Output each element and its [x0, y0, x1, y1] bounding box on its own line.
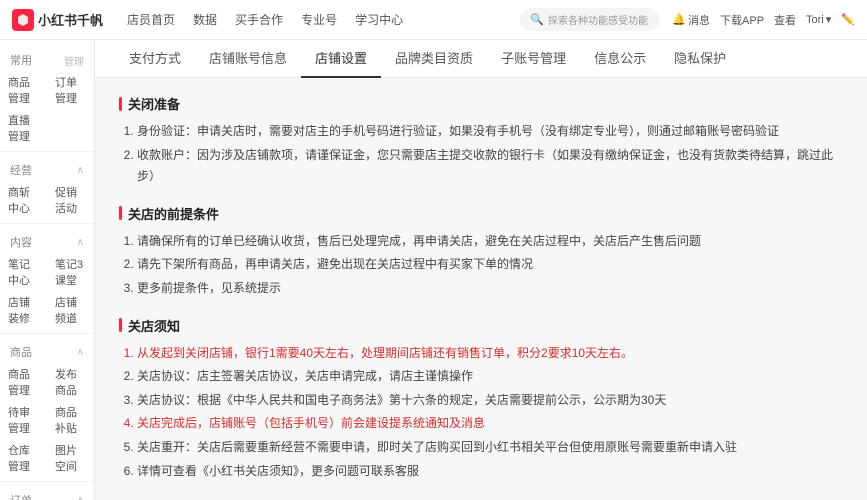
logo-area: 小红书千帆	[12, 9, 103, 31]
list-item: 身份验证：申请关店时，需要对店主的手机号码进行验证，如果没有手机号（没有绑定专业…	[137, 121, 843, 143]
list-item: 关店协议：根据《中华人民共和国电子商务法》第十六条的规定，关店需要提前公示，公示…	[137, 390, 843, 412]
sidebar-item-goods-subsidy[interactable]: 商品补贴	[47, 401, 94, 439]
sidebar-item-order-mgmt[interactable]: 订单管理	[47, 71, 94, 109]
section-title-2: 关店的前提条件	[119, 204, 843, 223]
list-item: 关店协议：店主签署关店协议，关店申请完成，请店主谨慎操作	[137, 366, 843, 388]
chevron-down-icon: ▾	[826, 13, 832, 26]
nav-link-data[interactable]: 数据	[185, 7, 225, 32]
list-item: 关店重开：关店后需要重新经营不需要申请，即时关了店购买回到小红书相关平台但使用原…	[137, 437, 843, 459]
message-icon[interactable]: 🔔 消息	[672, 12, 710, 28]
sidebar-common-items: 商品管理 订单管理 直播管理	[0, 71, 94, 147]
section-title-3: 关店须知	[119, 316, 843, 335]
sidebar-collapse-icon[interactable]: 管理	[64, 53, 84, 68]
sidebar-item-merchant-center[interactable]: 商斩中心	[0, 181, 47, 219]
sidebar-item-promotion[interactable]: 促销活动	[47, 181, 94, 219]
sidebar-item-warehouse[interactable]: 仓库管理	[0, 439, 47, 477]
list-item: 更多前提条件，见系统提示	[137, 278, 843, 300]
section-notice: 关店须知 从发起到关闭店铺，银行1需要40天左右，处理期间店铺还有销售订单，积分…	[119, 316, 843, 483]
logo-icon	[12, 9, 34, 31]
sidebar-section-goods: 商品 ∧	[0, 338, 94, 363]
section-title-bar-2	[119, 206, 122, 220]
section-content-1: 身份验证：申请关店时，需要对店主的手机号码进行验证，如果没有手机号（没有绑定专业…	[119, 121, 843, 188]
sidebar-item-image-space[interactable]: 图片空间	[47, 439, 94, 477]
sidebar: 常用 管理 商品管理 订单管理 直播管理 经营 ∧ 商斩中心 促销活动 内容 ∧…	[0, 40, 95, 500]
section-close-preparation: 关闭准备 身份验证：申请关店时，需要对店主的手机号码进行验证，如果没有手机号（没…	[119, 94, 843, 188]
list-item: 收款账户：因为涉及店铺款项，请谨保证金，您只需要店主提交收款的银行卡（如果没有缴…	[137, 145, 843, 188]
section-prerequisite: 关店的前提条件 请确保所有的订单已经确认收货，售后已处理完成，再申请关店，避免在…	[119, 204, 843, 300]
sidebar-order-collapse[interactable]: ∧	[77, 495, 84, 500]
section-content-2: 请确保所有的订单已经确认收货，售后已处理完成，再申请关店，避免在关店过程中，关店…	[119, 231, 843, 300]
tab-shop-account[interactable]: 店铺账号信息	[195, 40, 301, 78]
second-navigation: 支付方式 店铺账号信息 店铺设置 品牌类目资质 子账号管理 信息公示 隐私保护	[95, 40, 867, 78]
list-item: 请先下架所有商品，再申请关店，避免出现在关店过程中有买家下单的情况	[137, 254, 843, 276]
section-title-bar	[119, 97, 122, 111]
top-navigation: 小红书千帆 店员首页 数据 买手合作 专业号 学习中心 🔍 探索各种功能感受功能…	[0, 0, 867, 40]
nav-links: 店员首页 数据 买手合作 专业号 学习中心	[119, 7, 520, 32]
section-content-3: 从发起到关闭店铺，银行1需要40天左右，处理期间店铺还有销售订单，积分2要求10…	[119, 343, 843, 483]
tab-sub-account[interactable]: 子账号管理	[487, 40, 580, 78]
sidebar-item-pending-review[interactable]: 待审管理	[0, 401, 47, 439]
nav-link-buyer[interactable]: 买手合作	[227, 7, 291, 32]
content-area: 支付方式 店铺账号信息 店铺设置 品牌类目资质 子账号管理 信息公示 隐私保护 …	[95, 40, 867, 500]
list-item: 从发起到关闭店铺，银行1需要40天左右，处理期间店铺还有销售订单，积分2要求10…	[137, 343, 843, 365]
sidebar-item-live-mgmt[interactable]: 直播管理	[0, 109, 47, 147]
nav-link-pro[interactable]: 专业号	[293, 7, 345, 32]
list-item: 详情可查看《小红书关店须知》，更多问题可联系客服	[137, 461, 843, 483]
download-app-button[interactable]: 下载APP	[720, 12, 764, 28]
top-right-area: 🔔 消息 下载APP 查看 Tori ▾ ✏️	[672, 12, 855, 28]
search-bar[interactable]: 🔍 探索各种功能感受功能	[520, 8, 660, 31]
tab-payment[interactable]: 支付方式	[115, 40, 195, 78]
list-item: 请确保所有的订单已经确认收货，售后已处理完成，再申请关店，避免在关店过程中，关店…	[137, 231, 843, 253]
search-placeholder: 探索各种功能感受功能	[548, 12, 648, 27]
sidebar-item-publish-goods[interactable]: 发布商品	[47, 363, 94, 401]
sidebar-item-goods-manage[interactable]: 商品管理	[0, 363, 47, 401]
sidebar-section-content: 内容 ∧	[0, 228, 94, 253]
sidebar-item-notes-center[interactable]: 笔记中心	[0, 253, 47, 291]
section-title-1: 关闭准备	[119, 94, 843, 113]
tab-info-display[interactable]: 信息公示	[580, 40, 660, 78]
sidebar-content-collapse[interactable]: ∧	[77, 237, 84, 248]
tab-shop-settings[interactable]: 店铺设置	[301, 40, 381, 78]
sidebar-section-operation: 经营 ∧	[0, 156, 94, 181]
page-content: 关闭准备 身份验证：申请关店时，需要对店主的手机号码进行验证，如果没有手机号（没…	[95, 78, 867, 500]
view-button[interactable]: 查看	[774, 12, 796, 28]
sidebar-section-common: 常用 管理	[0, 46, 94, 71]
logo-text: 小红书千帆	[38, 10, 103, 29]
sidebar-goods-collapse[interactable]: ∧	[77, 347, 84, 358]
sidebar-section-order: 订单 ∧	[0, 486, 94, 500]
user-name[interactable]: Tori ▾	[806, 13, 831, 26]
edit-icon[interactable]: ✏️	[841, 13, 855, 26]
tab-privacy[interactable]: 隐私保护	[660, 40, 740, 78]
sidebar-item-notes-class[interactable]: 笔记3课堂	[47, 253, 94, 291]
main-layout: 常用 管理 商品管理 订单管理 直播管理 经营 ∧ 商斩中心 促销活动 内容 ∧…	[0, 40, 867, 500]
sidebar-item-shop-channel[interactable]: 店铺频道	[47, 291, 94, 329]
sidebar-operation-collapse[interactable]: ∧	[77, 165, 84, 176]
tab-brand-category[interactable]: 品牌类目资质	[381, 40, 487, 78]
section-title-bar-3	[119, 318, 122, 332]
search-icon: 🔍	[530, 13, 544, 26]
list-item: 关店完成后，店铺账号（包括手机号）前会建设提系统通知及消息	[137, 413, 843, 435]
sidebar-section-common-label: 常用	[10, 52, 32, 68]
nav-link-home[interactable]: 店员首页	[119, 7, 183, 32]
sidebar-item-shop-decor[interactable]: 店铺装修	[0, 291, 47, 329]
sidebar-item-goods-mgmt[interactable]: 商品管理	[0, 71, 47, 109]
nav-link-learn[interactable]: 学习中心	[347, 7, 411, 32]
